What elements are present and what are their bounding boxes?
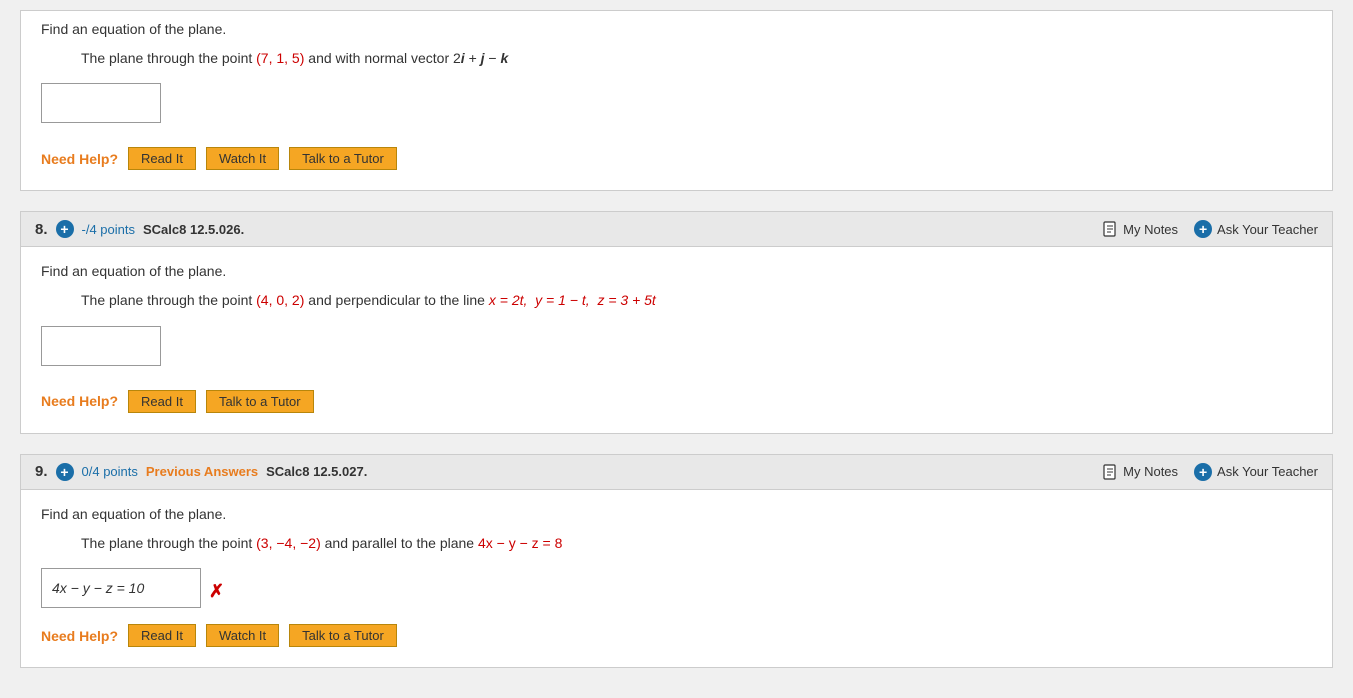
q8-body: Find an equation of the plane. The plane… — [21, 247, 1332, 432]
q8-eq-y: y = 1 − t, — [535, 292, 589, 308]
top-vec-i: i — [461, 50, 465, 66]
q9-plane-desc: The plane through the point (3, −4, −2) … — [81, 532, 1312, 554]
q9-ask-teacher-label: Ask Your Teacher — [1217, 464, 1318, 479]
question-8-block: 8. + -/4 points SCalc8 12.5.026. My Note… — [20, 211, 1333, 433]
q9-prev-answers[interactable]: Previous Answers — [146, 464, 258, 479]
q8-header-left: 8. + -/4 points SCalc8 12.5.026. — [35, 220, 244, 238]
q8-ask-plus-icon: + — [1194, 220, 1212, 238]
q8-ask-teacher-label: Ask Your Teacher — [1217, 222, 1318, 237]
q8-points: -/4 points — [82, 222, 135, 237]
q9-ask-plus-icon: + — [1194, 463, 1212, 481]
question-9-block: 9. + 0/4 points Previous Answers SCalc8 … — [20, 454, 1333, 668]
q8-eq-x: x = 2t, — [489, 292, 528, 308]
q9-wrong-mark: ✗ — [209, 581, 224, 602]
q9-point: (3, −4, −2) — [256, 535, 321, 551]
top-answer-input[interactable] — [41, 83, 161, 123]
q9-header-left: 9. + 0/4 points Previous Answers SCalc8 … — [35, 463, 367, 481]
top-find-text: Find an equation of the plane. — [41, 21, 1312, 37]
q9-number: 9. — [35, 463, 48, 480]
top-need-help-label: Need Help? — [41, 151, 118, 167]
q8-plus-icon[interactable]: + — [56, 220, 74, 238]
top-plane-desc: The plane through the point (7, 1, 5) an… — [81, 47, 1312, 69]
q9-answer-row: 4x − y − z = 10 ✗ — [41, 568, 1312, 614]
q9-ask-teacher-btn[interactable]: + Ask Your Teacher — [1194, 463, 1318, 481]
q8-need-help-label: Need Help? — [41, 393, 118, 409]
q8-header-right: My Notes + Ask Your Teacher — [1102, 220, 1318, 238]
q9-find-text: Find an equation of the plane. — [41, 506, 1312, 522]
q9-points: 0/4 points — [82, 464, 138, 479]
top-vec-k: k — [501, 50, 509, 66]
q8-header: 8. + -/4 points SCalc8 12.5.026. My Note… — [21, 212, 1332, 247]
q9-need-help-label: Need Help? — [41, 628, 118, 644]
q8-point: (4, 0, 2) — [256, 292, 304, 308]
q9-my-notes-btn[interactable]: My Notes — [1102, 464, 1178, 480]
top-point: (7, 1, 5) — [256, 50, 304, 66]
top-need-help-row: Need Help? Read It Watch It Talk to a Tu… — [41, 147, 1312, 170]
q9-tutor-btn[interactable]: Talk to a Tutor — [289, 624, 397, 647]
top-watch-btn[interactable]: Watch It — [206, 147, 279, 170]
q8-plane-desc: The plane through the point (4, 0, 2) an… — [81, 289, 1312, 311]
top-read-btn[interactable]: Read It — [128, 147, 196, 170]
q9-plus-icon[interactable]: + — [56, 463, 74, 481]
q9-plane-eq: 4x − y − z = 8 — [478, 535, 562, 551]
q9-header-right: My Notes + Ask Your Teacher — [1102, 463, 1318, 481]
q8-notes-icon — [1102, 221, 1118, 237]
q8-answer-input[interactable] — [41, 326, 161, 366]
q9-watch-btn[interactable]: Watch It — [206, 624, 279, 647]
q9-header: 9. + 0/4 points Previous Answers SCalc8 … — [21, 455, 1332, 490]
q8-number: 8. — [35, 221, 48, 238]
q8-my-notes-label: My Notes — [1123, 222, 1178, 237]
q8-need-help-row: Need Help? Read It Talk to a Tutor — [41, 390, 1312, 413]
q8-problem-code: SCalc8 12.5.026. — [143, 222, 244, 237]
q8-read-btn[interactable]: Read It — [128, 390, 196, 413]
top-vec-j: j — [481, 50, 485, 66]
q9-my-notes-label: My Notes — [1123, 464, 1178, 479]
q8-find-text: Find an equation of the plane. — [41, 263, 1312, 279]
q9-need-help-row: Need Help? Read It Watch It Talk to a Tu… — [41, 624, 1312, 647]
q8-ask-teacher-btn[interactable]: + Ask Your Teacher — [1194, 220, 1318, 238]
q9-problem-code: SCalc8 12.5.027. — [266, 464, 367, 479]
q9-answer-display: 4x − y − z = 10 — [41, 568, 201, 608]
q9-notes-icon — [1102, 464, 1118, 480]
q8-eq-z: z = 3 + 5t — [597, 292, 655, 308]
q9-body: Find an equation of the plane. The plane… — [21, 490, 1332, 667]
q8-tutor-btn[interactable]: Talk to a Tutor — [206, 390, 314, 413]
top-tutor-btn[interactable]: Talk to a Tutor — [289, 147, 397, 170]
q8-my-notes-btn[interactable]: My Notes — [1102, 221, 1178, 237]
q9-read-btn[interactable]: Read It — [128, 624, 196, 647]
